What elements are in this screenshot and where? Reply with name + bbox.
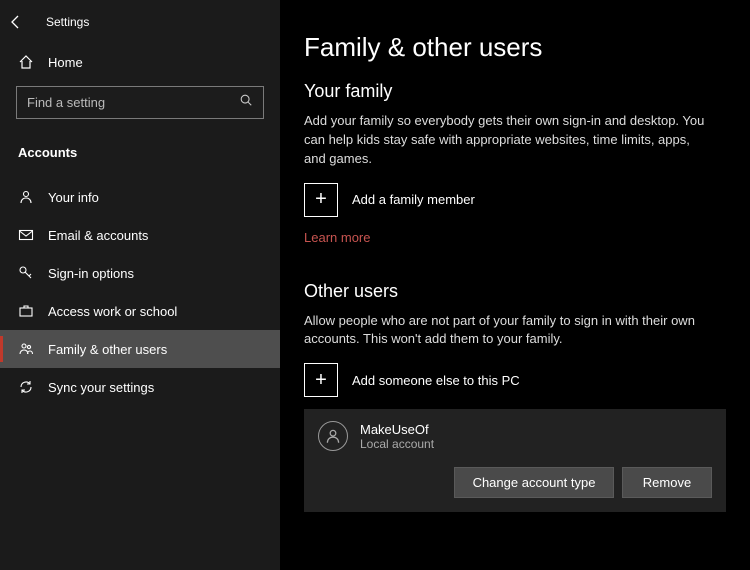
other-desc: Allow people who are not part of your fa… (304, 312, 714, 350)
search-input[interactable] (27, 95, 239, 110)
home-icon (18, 54, 34, 70)
remove-button[interactable]: Remove (622, 467, 712, 498)
main-content: Family & other users Your family Add you… (280, 0, 750, 570)
category-header: Accounts (0, 131, 280, 170)
sidebar-item-label: Family & other users (48, 342, 167, 357)
avatar-icon (318, 421, 348, 451)
titlebar: Settings (0, 10, 280, 44)
sidebar-item-signin[interactable]: Sign-in options (0, 254, 280, 292)
back-icon[interactable] (8, 14, 24, 30)
user-header: MakeUseOf Local account (318, 421, 712, 451)
home-label: Home (48, 55, 83, 70)
search-icon (239, 93, 253, 112)
user-buttons: Change account type Remove (318, 467, 712, 498)
search-box[interactable] (16, 86, 264, 119)
sidebar: Settings Home Accounts Your info Email &… (0, 0, 280, 570)
plus-icon: + (304, 183, 338, 217)
add-other-label: Add someone else to this PC (352, 373, 520, 388)
sidebar-item-label: Sign-in options (48, 266, 134, 281)
key-icon (18, 265, 34, 281)
user-icon (18, 189, 34, 205)
family-heading: Your family (304, 81, 726, 102)
sidebar-item-email[interactable]: Email & accounts (0, 216, 280, 254)
sidebar-item-family[interactable]: Family & other users (0, 330, 280, 368)
add-family-member-button[interactable]: + Add a family member (304, 183, 726, 217)
sidebar-item-sync[interactable]: Sync your settings (0, 368, 280, 406)
user-account-type: Local account (360, 437, 434, 451)
sidebar-item-label: Your info (48, 190, 99, 205)
people-icon (18, 341, 34, 357)
sync-icon (18, 379, 34, 395)
plus-icon: + (304, 363, 338, 397)
user-card[interactable]: MakeUseOf Local account Change account t… (304, 409, 726, 512)
sidebar-item-label: Access work or school (48, 304, 177, 319)
learn-more-link[interactable]: Learn more (304, 230, 370, 245)
sidebar-item-work[interactable]: Access work or school (0, 292, 280, 330)
user-name: MakeUseOf (360, 422, 434, 437)
briefcase-icon (18, 303, 34, 319)
sidebar-item-your-info[interactable]: Your info (0, 178, 280, 216)
add-family-label: Add a family member (352, 192, 475, 207)
page-title: Family & other users (304, 32, 726, 63)
app-title: Settings (46, 15, 89, 29)
other-heading: Other users (304, 281, 726, 302)
nav-list: Your info Email & accounts Sign-in optio… (0, 178, 280, 406)
change-account-type-button[interactable]: Change account type (454, 467, 614, 498)
sidebar-item-label: Sync your settings (48, 380, 154, 395)
home-nav[interactable]: Home (0, 44, 280, 80)
add-other-user-button[interactable]: + Add someone else to this PC (304, 363, 726, 397)
sidebar-item-label: Email & accounts (48, 228, 148, 243)
mail-icon (18, 227, 34, 243)
family-desc: Add your family so everybody gets their … (304, 112, 714, 169)
